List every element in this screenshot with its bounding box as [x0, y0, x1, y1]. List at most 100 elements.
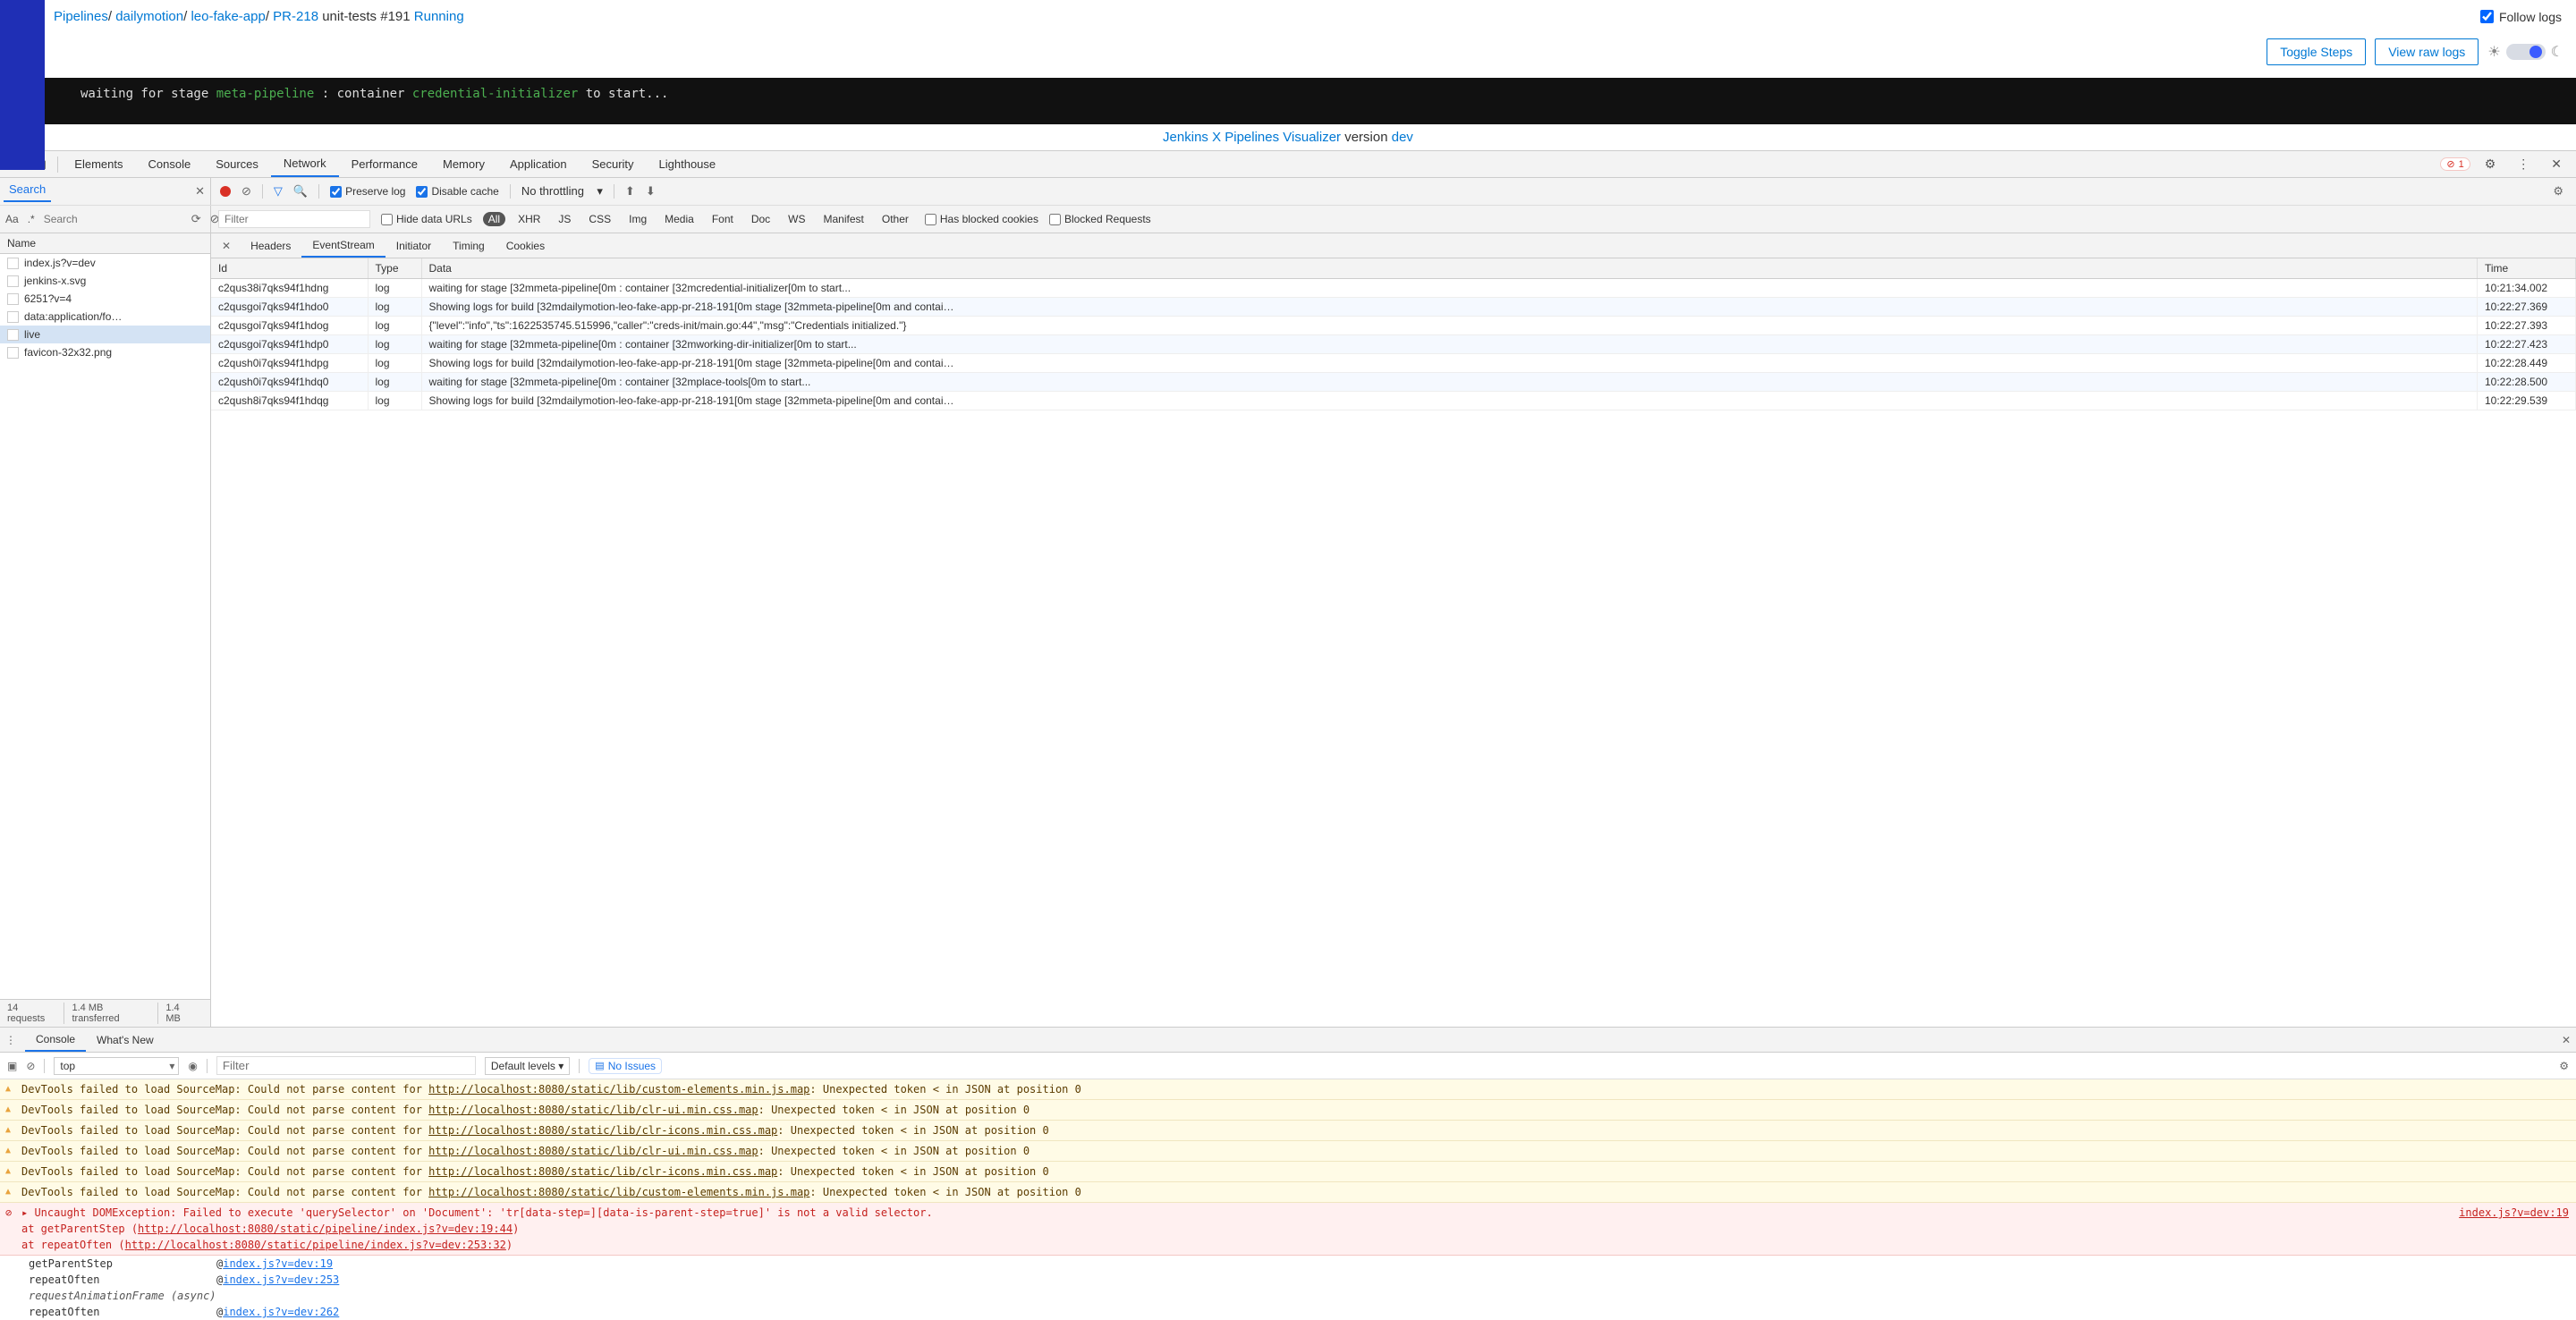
toggle-track[interactable] — [2506, 44, 2546, 60]
request-row[interactable]: 6251?v=4 — [0, 290, 210, 308]
col-data[interactable]: Data — [421, 258, 2478, 279]
download-icon[interactable]: ⬇ — [646, 184, 656, 199]
has-blocked-cookies-checkbox[interactable]: Has blocked cookies — [925, 213, 1038, 225]
devtools-tab-application[interactable]: Application — [497, 151, 580, 177]
request-row[interactable]: index.js?v=dev — [0, 254, 210, 272]
clear-icon[interactable]: ⊘ — [242, 184, 251, 199]
breadcrumb-repo[interactable]: leo-fake-app — [191, 9, 265, 24]
error-count-badge[interactable]: 1 — [2440, 157, 2470, 171]
stack-frame[interactable]: repeatOften@ index.js?v=dev:262 — [0, 1304, 2576, 1320]
breadcrumb-org[interactable]: dailymotion — [115, 9, 183, 24]
follow-logs-toggle[interactable]: Follow logs — [2480, 10, 2562, 24]
live-expression-icon[interactable]: ◉ — [188, 1060, 197, 1072]
event-row[interactable]: c2qush8i7qks94f1hdqglogShowing logs for … — [211, 392, 2576, 410]
close-detail-icon[interactable]: ✕ — [215, 240, 238, 252]
context-select[interactable]: top — [54, 1057, 179, 1075]
filter-chip-css[interactable]: CSS — [583, 212, 616, 226]
drawer-tab-whatsnew[interactable]: What's New — [86, 1028, 165, 1052]
filter-chip-media[interactable]: Media — [659, 212, 699, 226]
filter-chip-font[interactable]: Font — [707, 212, 739, 226]
filter-icon[interactable]: ▽ — [274, 184, 283, 199]
upload-icon[interactable]: ⬆ — [625, 184, 635, 199]
devtools-tab-memory[interactable]: Memory — [430, 151, 497, 177]
request-row[interactable]: data:application/fo… — [0, 308, 210, 326]
search-icon[interactable]: 🔍 — [293, 184, 308, 199]
view-raw-logs-button[interactable]: View raw logs — [2375, 38, 2479, 65]
col-time[interactable]: Time — [2478, 258, 2576, 279]
col-type[interactable]: Type — [368, 258, 421, 279]
devtools-tab-network[interactable]: Network — [271, 151, 339, 177]
request-row[interactable]: jenkins-x.svg — [0, 272, 210, 290]
name-column-header[interactable]: Name — [0, 233, 210, 254]
kebab-icon[interactable]: ⋮ — [2510, 157, 2537, 172]
log-levels-select[interactable]: Default levels ▾ — [485, 1057, 570, 1075]
event-row[interactable]: c2qusgoi7qks94f1hdoglog{"level":"info","… — [211, 317, 2576, 335]
console-warning[interactable]: DevTools failed to load SourceMap: Could… — [0, 1079, 2576, 1100]
console-clear-icon[interactable]: ⊘ — [26, 1060, 35, 1072]
console-warning[interactable]: DevTools failed to load SourceMap: Could… — [0, 1162, 2576, 1182]
event-row[interactable]: c2qush0i7qks94f1hdpglogShowing logs for … — [211, 354, 2576, 373]
detail-tab-eventstream[interactable]: EventStream — [301, 233, 385, 258]
throttling-select[interactable]: No throttling ▾ — [521, 184, 603, 199]
filter-chip-manifest[interactable]: Manifest — [818, 212, 869, 226]
filter-input[interactable] — [218, 210, 370, 228]
no-issues-badge[interactable]: No Issues — [589, 1058, 662, 1074]
detail-tab-cookies[interactable]: Cookies — [496, 233, 555, 258]
detail-tab-initiator[interactable]: Initiator — [386, 233, 442, 258]
console-warning[interactable]: DevTools failed to load SourceMap: Could… — [0, 1182, 2576, 1203]
filter-chip-xhr[interactable]: XHR — [513, 212, 546, 226]
search-tab[interactable]: Search — [4, 182, 51, 202]
console-warning[interactable]: DevTools failed to load SourceMap: Could… — [0, 1121, 2576, 1141]
detail-tab-headers[interactable]: Headers — [240, 233, 301, 258]
console-sidebar-icon[interactable]: ▣ — [7, 1060, 17, 1072]
col-id[interactable]: Id — [211, 258, 368, 279]
close-drawer-icon[interactable]: ✕ — [2562, 1034, 2571, 1046]
console-settings-icon[interactable]: ⚙ — [2559, 1060, 2569, 1072]
stack-frame[interactable]: repeatOften@ index.js?v=dev:253 — [0, 1272, 2576, 1288]
gear-icon[interactable]: ⚙ — [2478, 157, 2504, 172]
stack-frame[interactable]: getParentStep@ index.js?v=dev:19 — [0, 1256, 2576, 1272]
theme-toggle[interactable]: ☀ ☾ — [2487, 43, 2563, 61]
console-error[interactable]: index.js?v=dev:19▸ Uncaught DOMException… — [0, 1203, 2576, 1256]
match-case-icon[interactable]: Aa — [5, 213, 19, 225]
blocked-requests-checkbox[interactable]: Blocked Requests — [1049, 213, 1151, 225]
regex-icon[interactable]: .* — [28, 213, 35, 225]
console-warning[interactable]: DevTools failed to load SourceMap: Could… — [0, 1100, 2576, 1121]
record-icon[interactable] — [220, 186, 231, 197]
close-icon[interactable]: ✕ — [2544, 157, 2569, 172]
breadcrumb-pr[interactable]: PR-218 — [273, 9, 318, 24]
console-warning[interactable]: DevTools failed to load SourceMap: Could… — [0, 1141, 2576, 1162]
devtools-tab-console[interactable]: Console — [135, 151, 203, 177]
detail-tab-timing[interactable]: Timing — [442, 233, 496, 258]
drawer-menu-icon[interactable]: ⋮ — [5, 1034, 25, 1046]
disable-cache-checkbox[interactable]: Disable cache — [416, 185, 498, 198]
filter-chip-img[interactable]: Img — [623, 212, 652, 226]
filter-chip-other[interactable]: Other — [877, 212, 914, 226]
hide-data-urls-checkbox[interactable]: Hide data URLs — [381, 213, 472, 225]
refresh-icon[interactable]: ⟳ — [191, 212, 201, 226]
filter-chip-doc[interactable]: Doc — [746, 212, 775, 226]
network-settings-icon[interactable]: ⚙ — [2553, 184, 2567, 199]
event-row[interactable]: c2qusgoi7qks94f1hdp0logwaiting for stage… — [211, 335, 2576, 354]
close-search-icon[interactable]: ✕ — [195, 184, 205, 199]
devtools-tab-sources[interactable]: Sources — [203, 151, 271, 177]
follow-logs-checkbox[interactable] — [2480, 10, 2494, 23]
console-filter-input[interactable] — [216, 1056, 476, 1075]
filter-chip-js[interactable]: JS — [553, 212, 576, 226]
search-input[interactable] — [44, 213, 182, 225]
preserve-log-checkbox[interactable]: Preserve log — [330, 185, 405, 198]
event-row[interactable]: c2qusgoi7qks94f1hdo0logShowing logs for … — [211, 298, 2576, 317]
event-row[interactable]: c2qus38i7qks94f1hdnglogwaiting for stage… — [211, 279, 2576, 298]
request-row[interactable]: favicon-32x32.png — [0, 343, 210, 361]
devtools-tab-security[interactable]: Security — [580, 151, 647, 177]
toggle-steps-button[interactable]: Toggle Steps — [2267, 38, 2366, 65]
filter-chip-ws[interactable]: WS — [783, 212, 810, 226]
devtools-tab-lighthouse[interactable]: Lighthouse — [647, 151, 729, 177]
devtools-tab-elements[interactable]: Elements — [62, 151, 135, 177]
devtools-tab-performance[interactable]: Performance — [339, 151, 430, 177]
breadcrumb-pipelines[interactable]: Pipelines — [54, 9, 108, 24]
event-row[interactable]: c2qush0i7qks94f1hdq0logwaiting for stage… — [211, 373, 2576, 392]
request-row[interactable]: live — [0, 326, 210, 343]
filter-chip-all[interactable]: All — [483, 212, 505, 226]
drawer-tab-console[interactable]: Console — [25, 1028, 86, 1052]
